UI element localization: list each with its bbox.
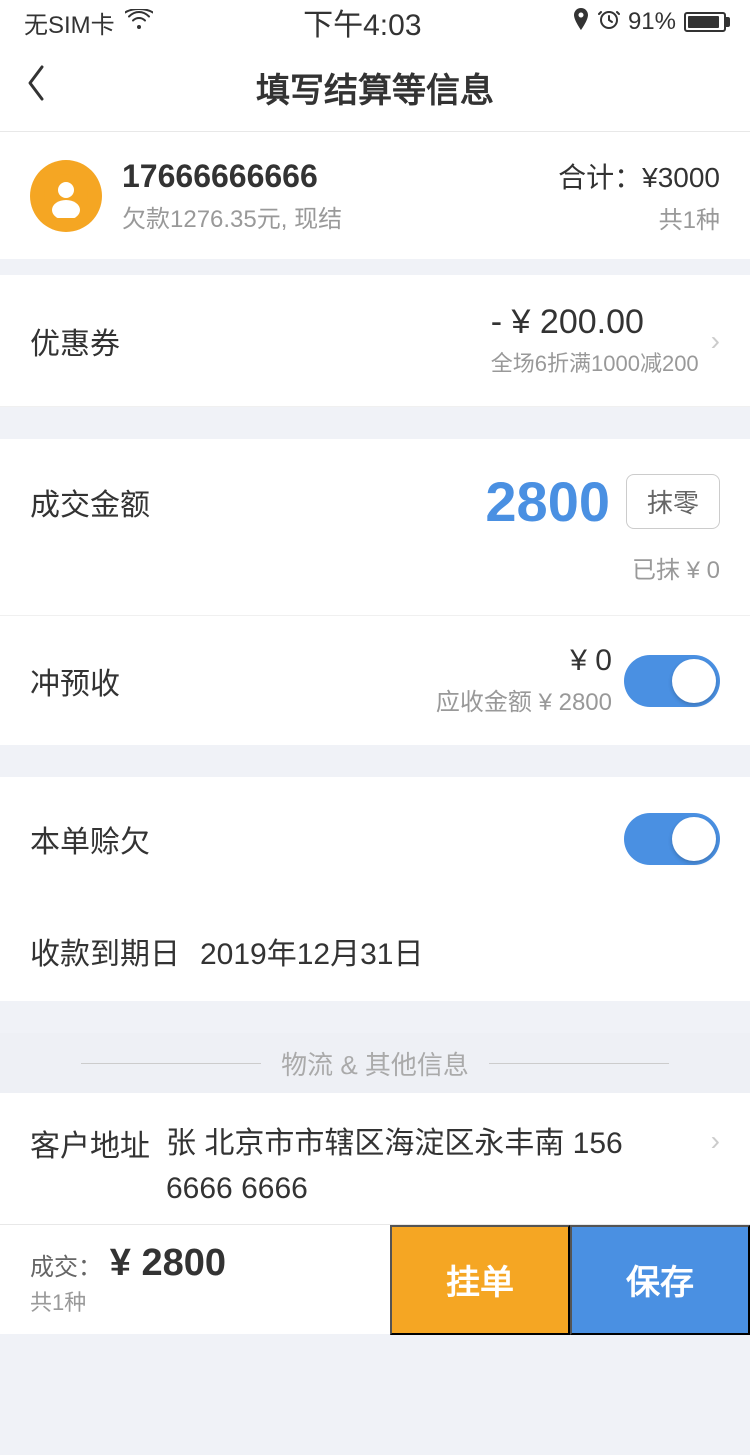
footer-deal-label: 成交： (30, 1254, 102, 1281)
amount-right: 2800 抹零 (485, 469, 720, 534)
debit-row: 本单赊欠 (0, 777, 750, 901)
debit-label: 本单赊欠 (30, 817, 150, 861)
due-date-value: 2019年12月31日 (200, 929, 423, 973)
separator-3 (0, 1017, 750, 1033)
address-card: 客户地址 张 北京市市辖区海淀区永丰南 156 6666 6666 › (0, 1093, 750, 1239)
page-title: 填写结算等信息 (256, 63, 494, 112)
hold-order-button[interactable]: 挂单 (390, 1225, 570, 1335)
prepaid-row: 冲预收 ¥ 0 应收金额 ¥ 2800 (0, 615, 750, 745)
battery-icon (684, 12, 726, 32)
user-left: 17666666666 欠款1276.35元, 现结 (30, 158, 342, 234)
amount-card: 成交金额 2800 抹零 已抹 ¥ 0 冲预收 ¥ 0 应收金额 ¥ 2800 (0, 439, 750, 745)
amount-value: 2800 (485, 469, 610, 534)
amount-row: 成交金额 2800 抹零 (30, 469, 720, 534)
footer: 成交： ¥ 2800 共1种 挂单 保存 (0, 1224, 750, 1334)
coupon-subtext: 全场6折满1000减200 (491, 346, 699, 378)
total-value: ¥3000 (642, 162, 720, 193)
status-time: 下午4:03 (303, 0, 421, 44)
toggle-knob (672, 659, 716, 703)
save-button[interactable]: 保存 (570, 1225, 750, 1335)
coupon-card: 优惠券 - ¥ 200.00 全场6折满1000减200 › (0, 275, 750, 407)
footer-deal-amount: ¥ 2800 (110, 1242, 226, 1284)
total-label: 合计： (558, 162, 642, 193)
separator-1 (0, 423, 750, 439)
battery-text: 91% (628, 8, 676, 36)
debit-toggle-knob (672, 817, 716, 861)
separator-2 (0, 761, 750, 777)
coupon-info: - ¥ 200.00 全场6折满1000减200 (491, 303, 699, 378)
divider-line-right (489, 1063, 669, 1064)
user-phone: 17666666666 (122, 158, 342, 195)
coupon-right: - ¥ 200.00 全场6折满1000减200 › (491, 303, 720, 378)
carrier-text: 无SIM卡 (24, 5, 115, 40)
prepaid-right: ¥ 0 应收金额 ¥ 2800 (436, 644, 720, 717)
address-value: 张 北京市市辖区海淀区永丰南 156 6666 6666 (166, 1121, 695, 1211)
footer-count: 共1种 (30, 1285, 360, 1317)
date-row: 收款到期日 2019年12月31日 (0, 901, 750, 1001)
user-info: 17666666666 欠款1276.35元, 现结 (122, 158, 342, 234)
address-chevron-icon: › (711, 1121, 720, 1157)
address-row[interactable]: 客户地址 张 北京市市辖区海淀区永丰南 156 6666 6666 › (0, 1093, 750, 1239)
due-date-label: 收款到期日 (30, 929, 180, 973)
coupon-label: 优惠券 (30, 319, 120, 363)
prepaid-amount: ¥ 0 (436, 644, 612, 678)
alarm-icon (598, 8, 620, 37)
coupon-row[interactable]: 优惠券 - ¥ 200.00 全场6折满1000减200 › (0, 275, 750, 407)
avatar (30, 160, 102, 232)
amount-subtext: 已抹 ¥ 0 (632, 557, 720, 584)
user-subtext: 欠款1276.35元, 现结 (122, 199, 342, 234)
location-icon (572, 8, 590, 37)
address-label: 客户地址 (30, 1121, 150, 1165)
total-label-value: 合计：¥3000 (558, 156, 720, 196)
amount-section: 成交金额 2800 抹零 已抹 ¥ 0 (0, 439, 750, 615)
back-button[interactable] (24, 63, 48, 112)
wifi-icon (125, 8, 153, 36)
prepaid-info: ¥ 0 应收金额 ¥ 2800 (436, 644, 612, 717)
debit-toggle[interactable] (624, 813, 720, 865)
status-bar: 无SIM卡 下午4:03 91% (0, 0, 750, 44)
round-button[interactable]: 抹零 (626, 474, 720, 529)
divider-line-left (81, 1063, 261, 1064)
total-count: 共1种 (558, 200, 720, 235)
debit-card: 本单赊欠 收款到期日 2019年12月31日 (0, 777, 750, 1001)
status-right: 91% (572, 8, 726, 37)
section-divider: 物流 & 其他信息 (0, 1033, 750, 1093)
user-row: 17666666666 欠款1276.35元, 现结 合计：¥3000 共1种 (0, 132, 750, 259)
user-right: 合计：¥3000 共1种 (558, 156, 720, 235)
prepaid-label: 冲预收 (30, 659, 120, 703)
coupon-value: - ¥ 200.00 (491, 303, 699, 342)
status-left: 无SIM卡 (24, 5, 153, 40)
nav-bar: 填写结算等信息 (0, 44, 750, 132)
coupon-chevron-icon: › (711, 325, 720, 357)
amount-sub-row: 已抹 ¥ 0 (30, 550, 720, 585)
prepaid-toggle[interactable] (624, 655, 720, 707)
prepaid-subtext: 应收金额 ¥ 2800 (436, 682, 612, 717)
footer-deal: 成交： ¥ 2800 (30, 1242, 360, 1285)
footer-info: 成交： ¥ 2800 共1种 (0, 1242, 390, 1317)
divider-text: 物流 & 其他信息 (281, 1045, 469, 1082)
user-card: 17666666666 欠款1276.35元, 现结 合计：¥3000 共1种 (0, 132, 750, 259)
amount-label: 成交金额 (30, 480, 150, 524)
